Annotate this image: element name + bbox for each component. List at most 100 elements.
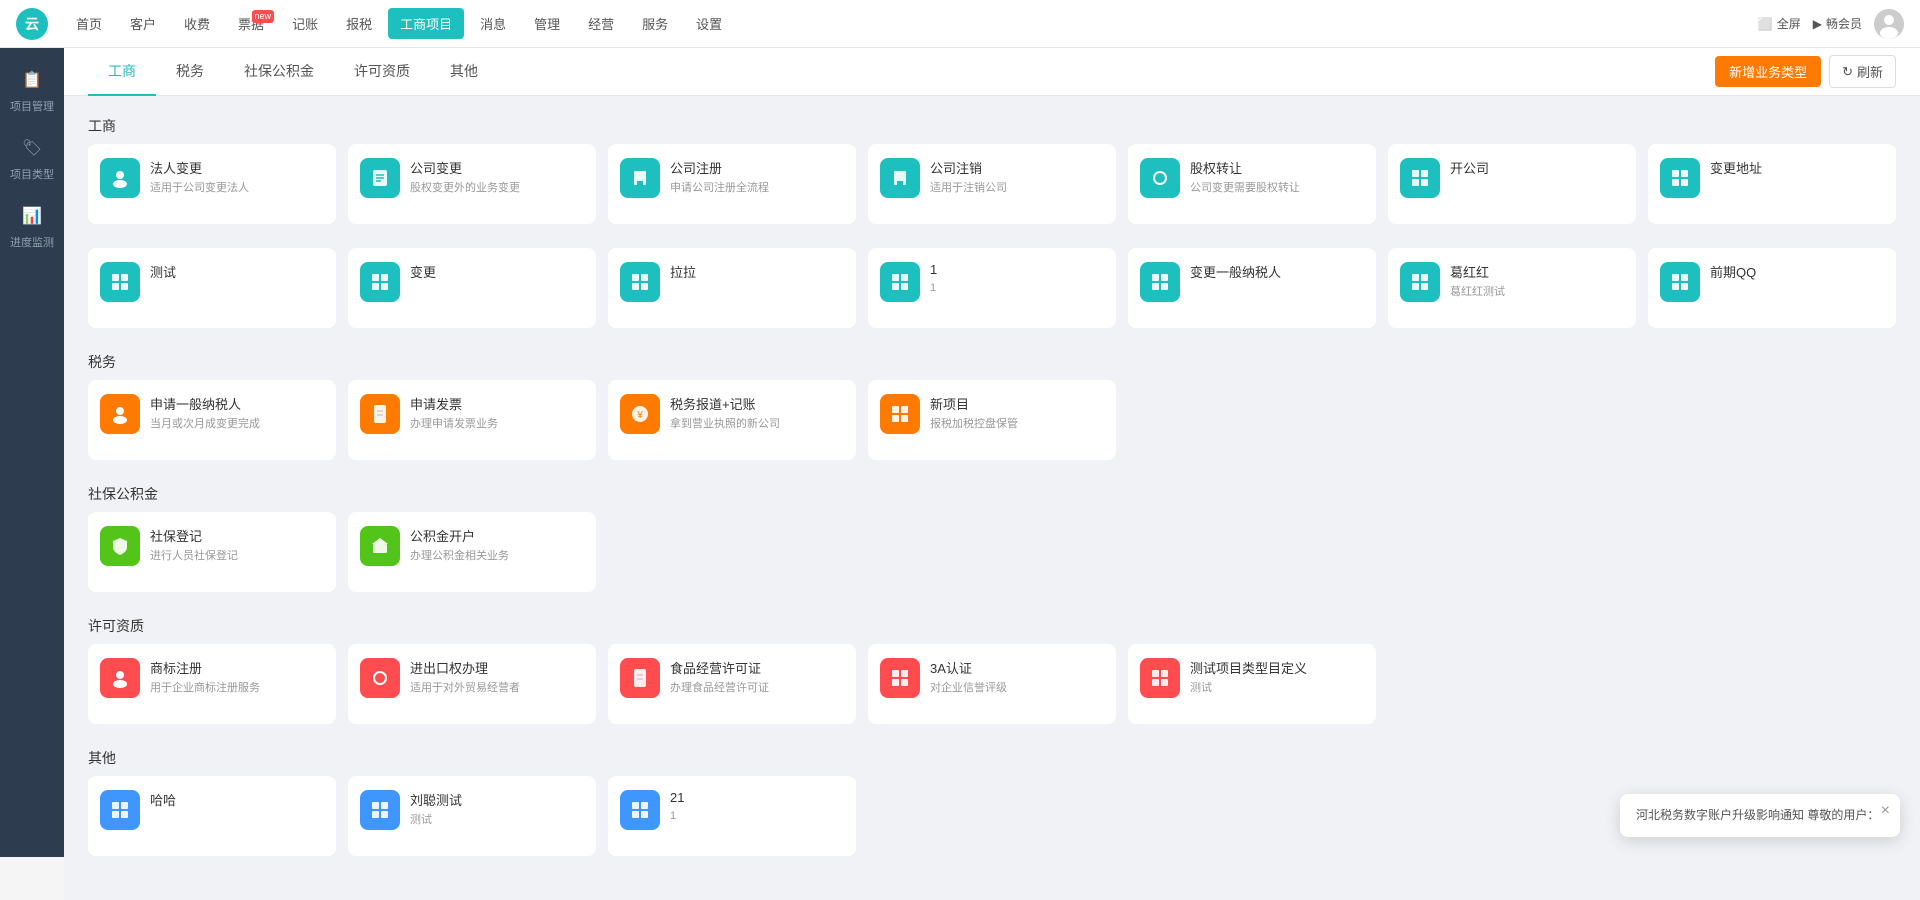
nav-item-设置[interactable]: 设置 [684,8,734,39]
card-item[interactable]: 公司变更 股权变更外的业务变更 [348,144,596,224]
card-item[interactable]: 公积金开户 办理公积金相关业务 [348,512,596,592]
new-type-button[interactable]: 新增业务类型 [1715,56,1821,87]
card-info: 葛红红 葛红红测试 [1450,262,1624,300]
nav-item-记账[interactable]: 记账 [280,8,330,39]
card-name: 拉拉 [670,262,844,281]
card-name: 申请一般纳税人 [150,394,324,413]
nav-item-管理[interactable]: 管理 [522,8,572,39]
card-desc: 拿到营业执照的新公司 [670,417,844,432]
card-item[interactable]: 3A认证 对企业信誉评级 [868,644,1116,724]
card-item[interactable]: 公司注册 申请公司注册全流程 [608,144,856,224]
sidebar-item-项目类型[interactable]: 🏷项目类型 [0,124,64,192]
card-icon [360,262,400,302]
card-item[interactable]: 哈哈 [88,776,336,856]
card-info: 哈哈 [150,790,324,813]
card-info: 税务报道+记账 拿到营业执照的新公司 [670,394,844,432]
card-desc: 适用于公司变更法人 [150,181,324,196]
card-item[interactable]: ¥ 税务报道+记账 拿到营业执照的新公司 [608,380,856,460]
cards-grid: 申请一般纳税人 当月或次月成变更完成 申请发票 办理申请发票业务 ¥ 税务报道+… [88,380,1896,460]
card-desc: 办理食品经营许可证 [670,681,844,696]
nav-item-工商项目[interactable]: 工商项目 [388,8,464,39]
nav-menu: 首页客户收费票据new记账报税工商项目消息管理经营服务设置 [64,8,1758,39]
card-item[interactable]: 变更 [348,248,596,328]
card-info: 拉拉 [670,262,844,285]
card-item[interactable]: 股权转让 公司变更需要股权转让 [1128,144,1376,224]
nav-item-首页[interactable]: 首页 [64,8,114,39]
content-area: 工商 法人变更 适用于公司变更法人 公司变更 股权变更外的业务变更 公司注册 申… [64,96,1920,900]
sub-tab-税务[interactable]: 税务 [156,48,224,96]
card-item[interactable]: 进出口权办理 适用于对外贸易经营者 [348,644,596,724]
sub-tab-其他[interactable]: 其他 [430,48,498,96]
card-desc: 对企业信誉评级 [930,681,1104,696]
nav-badge: new [252,10,275,23]
card-item[interactable]: 葛红红 葛红红测试 [1388,248,1636,328]
card-item[interactable]: 前期QQ [1648,248,1896,328]
card-item[interactable]: 测试 [88,248,336,328]
sub-tab-工商[interactable]: 工商 [88,48,156,96]
card-desc: 申请公司注册全流程 [670,181,844,196]
sub-tab-社保公积金[interactable]: 社保公积金 [224,48,334,96]
section-title: 工商 [88,116,1896,136]
nav-item-收费[interactable]: 收费 [172,8,222,39]
card-name: 测试项目类型目定义 [1190,658,1364,677]
sidebar-item-进度监测[interactable]: 📊进度监测 [0,192,64,260]
card-item[interactable]: 商标注册 用于企业商标注册服务 [88,644,336,724]
nav-item-客户[interactable]: 客户 [118,8,168,39]
card-item[interactable]: 21 1 [608,776,856,856]
nav-item-经营[interactable]: 经营 [576,8,626,39]
card-info: 21 1 [670,790,844,824]
card-icon [100,790,140,830]
card-item[interactable]: 新项目 报税加税控盘保管 [868,380,1116,460]
card-item[interactable]: 公司注销 适用于注销公司 [868,144,1116,224]
card-info: 申请发票 办理申请发票业务 [410,394,584,432]
card-desc: 适用于注销公司 [930,181,1104,196]
nav-item-票据[interactable]: 票据new [226,8,276,39]
card-icon [1400,262,1440,302]
card-desc: 适用于对外贸易经营者 [410,681,584,696]
card-info: 股权转让 公司变更需要股权转让 [1190,158,1364,196]
card-item[interactable]: 1 1 [868,248,1116,328]
cards-grid: 法人变更 适用于公司变更法人 公司变更 股权变更外的业务变更 公司注册 申请公司… [88,144,1896,224]
card-item[interactable]: 变更一般纳税人 [1128,248,1376,328]
nav-item-服务[interactable]: 服务 [630,8,680,39]
notification-close-button[interactable]: × [1881,802,1890,820]
cards-grid: 社保登记 进行人员社保登记 公积金开户 办理公积金相关业务 [88,512,1896,592]
card-item[interactable]: 申请发票 办理申请发票业务 [348,380,596,460]
card-icon: ¥ [620,394,660,434]
nav-item-报税[interactable]: 报税 [334,8,384,39]
card-name: 1 [930,262,1104,277]
card-info: 3A认证 对企业信誉评级 [930,658,1104,696]
card-name: 变更一般纳税人 [1190,262,1364,281]
card-name: 开公司 [1450,158,1624,177]
card-item[interactable]: 申请一般纳税人 当月或次月成变更完成 [88,380,336,460]
card-desc: 用于企业商标注册服务 [150,681,324,696]
card-info: 新项目 报税加税控盘保管 [930,394,1104,432]
card-name: 食品经营许可证 [670,658,844,677]
card-icon [100,526,140,566]
card-item[interactable]: 社保登记 进行人员社保登记 [88,512,336,592]
card-item[interactable]: 法人变更 适用于公司变更法人 [88,144,336,224]
card-item[interactable]: 开公司 [1388,144,1636,224]
card-icon [880,394,920,434]
card-info: 公司注册 申请公司注册全流程 [670,158,844,196]
nav-item-消息[interactable]: 消息 [468,8,518,39]
avatar[interactable] [1874,9,1904,39]
sidebar-item-项目管理[interactable]: 📋项目管理 [0,56,64,124]
card-desc: 当月或次月成变更完成 [150,417,324,432]
card-item[interactable]: 拉拉 [608,248,856,328]
card-info: 刘聪测试 测试 [410,790,584,828]
card-item[interactable]: 食品经营许可证 办理食品经营许可证 [608,644,856,724]
member-button[interactable]: ▶ 畅会员 [1813,15,1862,32]
card-item[interactable]: 测试项目类型目定义 测试 [1128,644,1376,724]
fullscreen-button[interactable]: ⬜ 全屏 [1758,15,1801,32]
section-title: 许可资质 [88,616,1896,636]
card-item[interactable]: 刘聪测试 测试 [348,776,596,856]
refresh-button[interactable]: ↻ 刷新 [1829,55,1896,88]
card-info: 法人变更 适用于公司变更法人 [150,158,324,196]
card-item[interactable]: 变更地址 [1648,144,1896,224]
card-name: 公司变更 [410,158,584,177]
sub-tab-许可资质[interactable]: 许可资质 [334,48,430,96]
card-desc: 办理公积金相关业务 [410,549,584,564]
card-name: 前期QQ [1710,262,1884,281]
card-name: 进出口权办理 [410,658,584,677]
